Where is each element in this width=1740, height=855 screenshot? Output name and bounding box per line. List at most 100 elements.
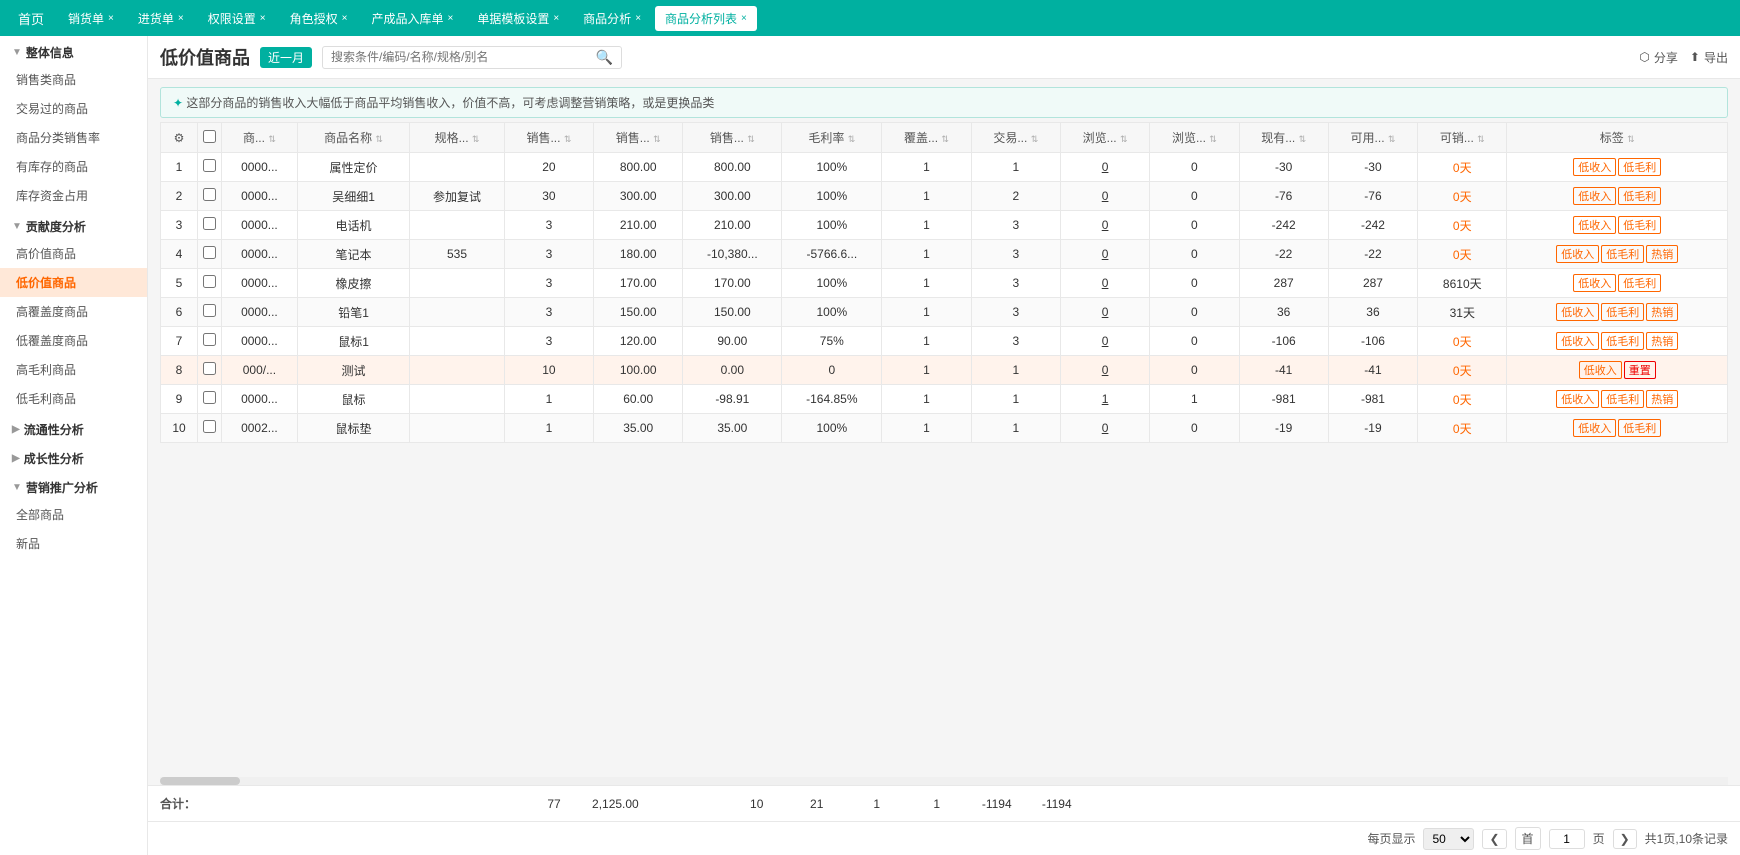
sidebar-group-overall[interactable]: ▼ 整体信息 [0,36,147,65]
cell-checkbox[interactable] [198,298,222,327]
row-checkbox[interactable] [203,246,216,259]
row-checkbox[interactable] [203,304,216,317]
sidebar-item-stock-funds[interactable]: 库存资金占用 [0,181,147,210]
th-tags[interactable]: 标签 ⇅ [1507,123,1728,153]
cell-checkbox[interactable] [198,211,222,240]
th-avail[interactable]: 可用... ⇅ [1328,123,1417,153]
sidebar-item-all-products[interactable]: 全部商品 [0,500,147,529]
settings-icon[interactable]: ⚙ [174,131,185,145]
th-cover[interactable]: 覆盖... ⇅ [882,123,971,153]
th-sales3[interactable]: 销售... ⇅ [683,123,782,153]
share-button[interactable]: ⬡ 分享 [1639,49,1678,66]
cell-browse1[interactable]: 0 [1060,211,1149,240]
sidebar-item-low-value[interactable]: 低价值商品 [0,268,147,297]
th-settings[interactable]: ⚙ [161,123,198,153]
browse-link[interactable]: 0 [1102,218,1109,232]
sidebar-item-high-value[interactable]: 高价值商品 [0,239,147,268]
row-checkbox[interactable] [203,362,216,375]
sidebar-group-growth[interactable]: ▶ 成长性分析 [0,442,147,471]
cell-checkbox[interactable] [198,182,222,211]
browse-link[interactable]: 0 [1102,305,1109,319]
th-sales2[interactable]: 销售... ⇅ [594,123,683,153]
browse-link[interactable]: 1 [1102,392,1109,406]
sidebar-item-stock-products[interactable]: 有库存的商品 [0,152,147,181]
cell-browse1[interactable]: 0 [1060,269,1149,298]
nav-product-analysis[interactable]: 商品分析 × [573,6,651,31]
nav-close-product-inbound[interactable]: × [447,13,453,24]
prev-page-button[interactable]: 首 [1515,827,1541,850]
cell-checkbox[interactable] [198,240,222,269]
page-size-select[interactable]: 50 100 [1423,828,1474,850]
sidebar-item-traded-products[interactable]: 交易过的商品 [0,94,147,123]
row-checkbox[interactable] [203,188,216,201]
row-checkbox[interactable] [203,159,216,172]
search-icon[interactable]: 🔍 [596,49,613,66]
browse-link[interactable]: 0 [1102,421,1109,435]
cell-browse1[interactable]: 1 [1060,385,1149,414]
row-checkbox[interactable] [203,420,216,433]
th-spec[interactable]: 规格... ⇅ [410,123,504,153]
search-input[interactable] [331,50,596,64]
th-trade[interactable]: 交易... ⇅ [971,123,1060,153]
nav-close-sales[interactable]: × [108,13,114,24]
cell-checkbox[interactable] [198,269,222,298]
scrollbar-thumb[interactable] [160,777,240,785]
th-browse1[interactable]: 浏览... ⇅ [1060,123,1149,153]
th-sales1[interactable]: 销售... ⇅ [504,123,593,153]
cell-checkbox[interactable] [198,356,222,385]
select-all-checkbox[interactable] [203,130,216,143]
th-stock[interactable]: 现有... ⇅ [1239,123,1328,153]
nav-close-product-analysis[interactable]: × [635,13,641,24]
nav-product-inbound[interactable]: 产成品入库单 × [361,6,463,31]
th-name[interactable]: 商品名称 ⇅ [297,123,410,153]
browse-link[interactable]: 0 [1102,363,1109,377]
sidebar-item-sales-products[interactable]: 销售类商品 [0,65,147,94]
cell-checkbox[interactable] [198,385,222,414]
nav-close-permissions[interactable]: × [260,13,266,24]
nav-roles[interactable]: 角色授权 × [280,6,358,31]
th-code[interactable]: 商... ⇅ [222,123,298,153]
sidebar-group-contribution[interactable]: ▼ 贡献度分析 [0,210,147,239]
table-wrapper[interactable]: ⚙ 商... ⇅ 商品名称 ⇅ 规格... ⇅ 销售... ⇅ 销售... ⇅ … [148,122,1740,777]
browse-link[interactable]: 0 [1102,247,1109,261]
first-page-button[interactable]: ❮ [1482,829,1506,849]
row-checkbox[interactable] [203,391,216,404]
row-checkbox[interactable] [203,333,216,346]
sidebar-item-high-coverage[interactable]: 高覆盖度商品 [0,297,147,326]
cell-browse1[interactable]: 0 [1060,327,1149,356]
th-saleable[interactable]: 可销... ⇅ [1418,123,1507,153]
row-checkbox[interactable] [203,217,216,230]
nav-close-template[interactable]: × [553,13,559,24]
cell-browse1[interactable]: 0 [1060,240,1149,269]
cell-checkbox[interactable] [198,153,222,182]
th-checkbox[interactable] [198,123,222,153]
cell-checkbox[interactable] [198,327,222,356]
sidebar-group-flow[interactable]: ▶ 流通性分析 [0,413,147,442]
sidebar-item-low-margin[interactable]: 低毛利商品 [0,384,147,413]
nav-close-roles[interactable]: × [342,13,348,24]
browse-link[interactable]: 0 [1102,189,1109,203]
cell-browse1[interactable]: 0 [1060,298,1149,327]
th-browse2[interactable]: 浏览... ⇅ [1150,123,1239,153]
nav-template[interactable]: 单据模板设置 × [467,6,569,31]
nav-sales[interactable]: 销货单 × [58,6,124,31]
nav-close-purchase[interactable]: × [178,13,184,24]
scrollbar-track[interactable] [160,777,1728,785]
row-checkbox[interactable] [203,275,216,288]
cell-browse1[interactable]: 0 [1060,356,1149,385]
page-number-input[interactable] [1549,829,1585,849]
sidebar-item-low-coverage[interactable]: 低覆盖度商品 [0,326,147,355]
browse-link[interactable]: 0 [1102,276,1109,290]
cell-browse1[interactable]: 0 [1060,153,1149,182]
cell-browse1[interactable]: 0 [1060,182,1149,211]
browse-link[interactable]: 0 [1102,160,1109,174]
browse-link[interactable]: 0 [1102,334,1109,348]
time-badge[interactable]: 近一月 [260,47,312,68]
nav-analysis-list[interactable]: 商品分析列表 × [655,6,757,31]
nav-purchase[interactable]: 进货单 × [128,6,194,31]
sidebar-group-marketing[interactable]: ▼ 营销推广分析 [0,471,147,500]
nav-home[interactable]: 首页 [8,5,54,32]
cell-browse1[interactable]: 0 [1060,414,1149,443]
sidebar-item-category-sales[interactable]: 商品分类销售率 [0,123,147,152]
next-page-button[interactable]: ❯ [1613,829,1637,849]
